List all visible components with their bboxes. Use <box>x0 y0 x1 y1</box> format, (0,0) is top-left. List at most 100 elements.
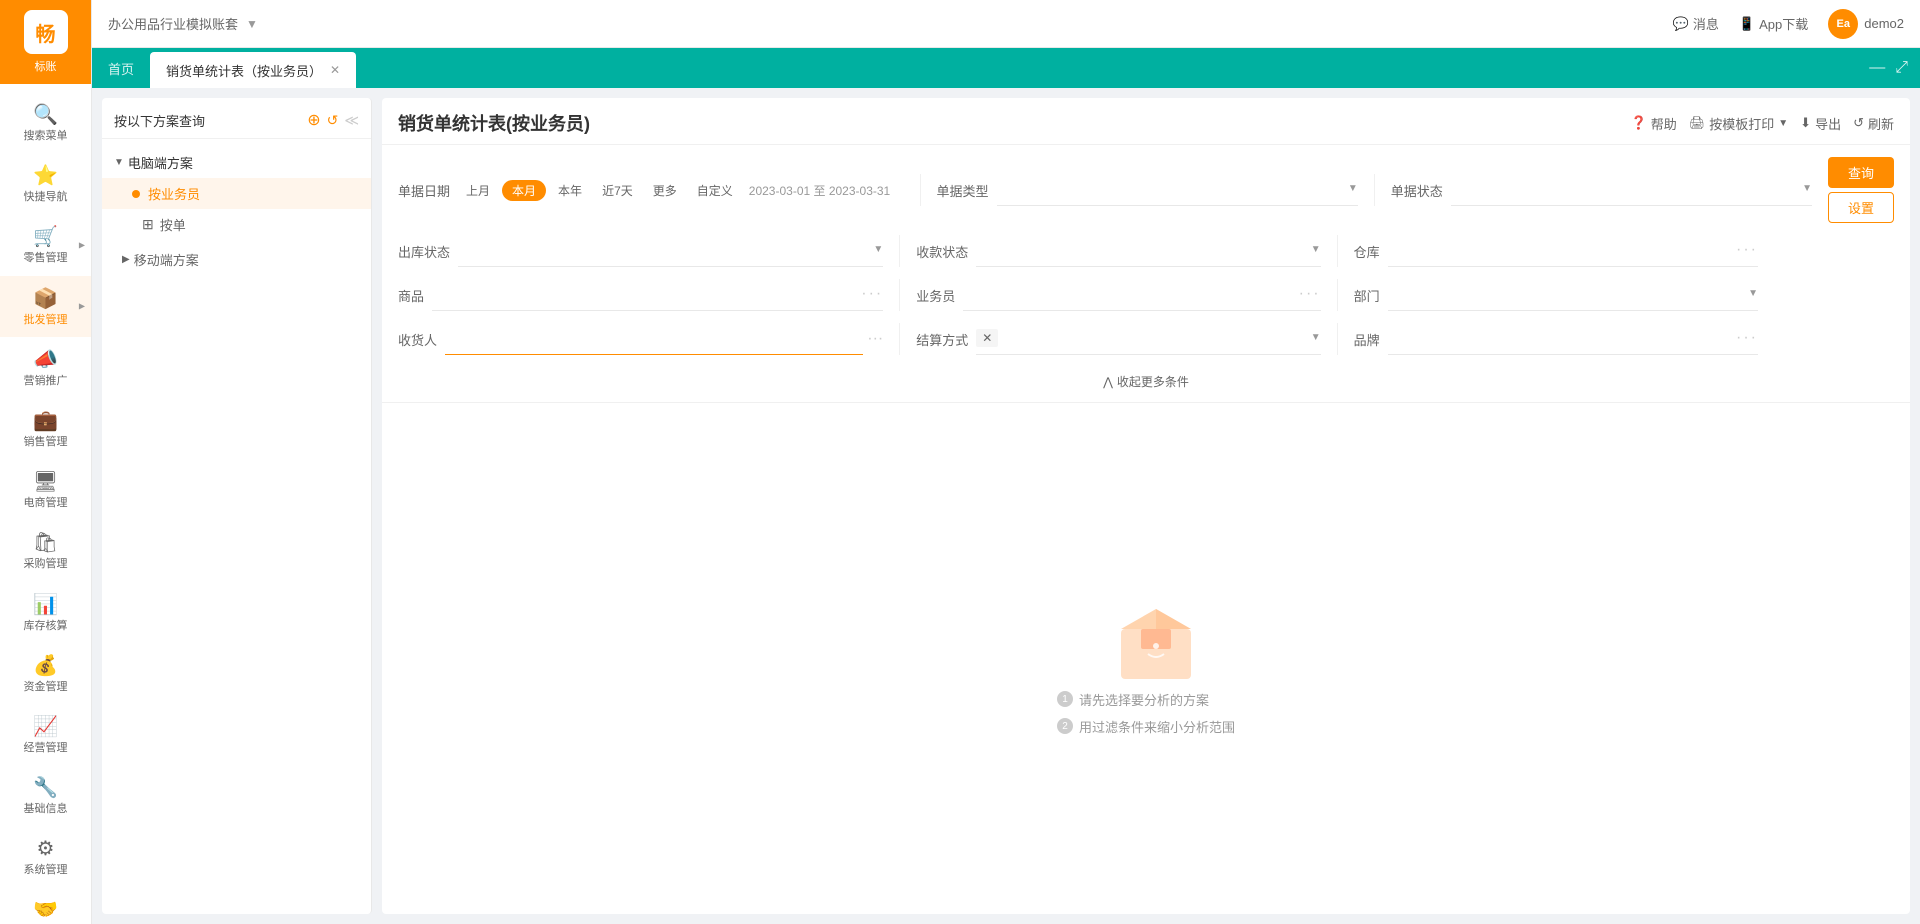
query-btn[interactable]: 查询 <box>1828 157 1894 188</box>
brand-label: 品牌 <box>1354 330 1380 349</box>
filter-outstatus-field: 出库状态 ▼ <box>398 235 883 267</box>
download-icon: 📱 <box>1739 16 1755 32</box>
goods-content[interactable]: ··· <box>432 279 883 311</box>
collapse-arrow-icon: ⋀ <box>1103 375 1113 389</box>
tip-num-2: 2 <box>1057 718 1073 734</box>
print-btn[interactable]: 🖨 按模板打印 ▼ <box>1689 114 1788 133</box>
sidebar-item-enterprise[interactable]: 🤝 企业协同 <box>0 887 91 924</box>
tab-salesman-stats[interactable]: 销货单统计表（按业务员） ✕ <box>150 52 356 88</box>
sidebar-item-inventory[interactable]: 📊 库存核算 <box>0 582 91 643</box>
settle-content[interactable]: ✕ ▼ <box>976 323 1320 355</box>
sidebar-icon-finance: 💰 <box>33 653 58 678</box>
tree-group-desktop: ▼ 电脑端方案 按业务员 ⊞ 按单 <box>102 147 371 240</box>
doctype-content[interactable]: ▼ <box>997 174 1358 206</box>
filter-row-3: 商品 ··· 业务员 ··· 部门 <box>398 279 1894 311</box>
tree-group-mobile-header[interactable]: ▶ 移动端方案 <box>102 244 371 275</box>
window-expand-icon[interactable]: ⤢ <box>1895 59 1908 77</box>
date-tab-more[interactable]: 更多 <box>645 180 685 201</box>
collapse-panel-icon[interactable]: ≪ <box>344 112 359 129</box>
sidebar-item-wholesale[interactable]: 📦 批发管理 <box>0 276 91 337</box>
date-tab-this-year[interactable]: 本年 <box>550 180 590 201</box>
receiver-input[interactable] <box>445 323 863 355</box>
tree-item-order-label: 按单 <box>160 215 186 234</box>
refresh-btn[interactable]: ↺ 刷新 <box>1853 114 1894 133</box>
warehouse-content[interactable]: ··· <box>1388 235 1758 267</box>
export-btn[interactable]: ⬇ 导出 <box>1800 114 1841 133</box>
tab-close-icon[interactable]: ✕ <box>330 63 340 77</box>
collapse-btn[interactable]: ⋀ 收起更多条件 <box>1103 373 1189 390</box>
topbar-dropdown-icon[interactable]: ▼ <box>246 17 258 31</box>
tab-salesman-label: 销货单统计表（按业务员） <box>166 61 322 80</box>
print-icon: 🖨 <box>1689 115 1706 131</box>
sidebar-icon-system: ⚙ <box>37 836 55 861</box>
logo-icon: 畅 <box>24 10 68 54</box>
empty-tip-2: 2 用过滤条件来缩小分析范围 <box>1057 717 1235 736</box>
export-label: 导出 <box>1815 114 1841 133</box>
filter-divider-1 <box>920 174 921 206</box>
empty-state: 1 请先选择要分析的方案 2 用过滤条件来缩小分析范围 <box>382 403 1910 914</box>
date-tab-last-month[interactable]: 上月 <box>458 180 498 201</box>
sidebar-icon-quick-nav: ⭐ <box>33 163 58 188</box>
receiver-dots[interactable]: ··· <box>867 330 883 348</box>
docstatus-label: 单据状态 <box>1391 181 1443 200</box>
tip-text-1: 请先选择要分析的方案 <box>1079 690 1209 709</box>
refresh-scheme-icon[interactable]: ↺ <box>327 112 339 129</box>
topbar-right: 💬 消息 📱 App下载 Ea demo2 <box>1673 9 1904 39</box>
salesman-content[interactable]: ··· <box>963 279 1320 311</box>
filter-divider-6 <box>1337 279 1338 311</box>
sidebar-label-finance: 资金管理 <box>24 681 68 694</box>
receiptstatus-content[interactable]: ▼ <box>976 235 1320 267</box>
sidebar-icon-wholesale: 📦 <box>33 286 58 311</box>
empty-tips: 1 请先选择要分析的方案 2 用过滤条件来缩小分析范围 <box>1057 690 1235 744</box>
warehouse-dots: ··· <box>1736 241 1758 259</box>
app-download-btn[interactable]: 📱 App下载 <box>1739 14 1808 33</box>
add-scheme-icon[interactable]: ⊕ <box>307 110 320 130</box>
sidebar-item-finance[interactable]: 💰 资金管理 <box>0 643 91 704</box>
doctype-label: 单据类型 <box>937 181 989 200</box>
sidebar-item-sales[interactable]: 💼 销售管理 <box>0 398 91 459</box>
sidebar-item-retail[interactable]: 🛒 零售管理 <box>0 214 91 275</box>
sidebar-icon-marketing: 📣 <box>33 347 58 372</box>
sidebar-item-quick-nav[interactable]: ⭐ 快捷导航 <box>0 153 91 214</box>
settle-tag-x[interactable]: ✕ <box>982 331 992 345</box>
sidebar-item-system[interactable]: ⚙ 系统管理 <box>0 826 91 887</box>
tree-item-by-salesman[interactable]: 按业务员 <box>102 178 371 209</box>
department-content[interactable]: ▼ <box>1388 279 1758 311</box>
left-panel-header: 按以下方案查询 ⊕ ↺ ≪ <box>102 98 371 139</box>
docstatus-content[interactable]: ▼ <box>1451 174 1812 206</box>
empty-tip-1: 1 请先选择要分析的方案 <box>1057 690 1235 709</box>
sidebar-item-marketing[interactable]: 📣 营销推广 <box>0 337 91 398</box>
sidebar-item-purchase[interactable]: 🛍 采购管理 <box>0 520 91 581</box>
setting-btn[interactable]: 设置 <box>1828 192 1894 223</box>
tab-home[interactable]: 首页 <box>92 48 150 88</box>
sidebar-item-search[interactable]: 🔍 搜索菜单 <box>0 92 91 153</box>
date-tab-this-month[interactable]: 本月 <box>502 180 546 201</box>
sidebar-item-operation[interactable]: 📈 经营管理 <box>0 704 91 765</box>
message-btn[interactable]: 💬 消息 <box>1673 14 1719 33</box>
date-tab-7days[interactable]: 近7天 <box>594 180 641 201</box>
help-btn[interactable]: ❓ 帮助 <box>1631 114 1677 133</box>
refresh-icon: ↺ <box>1853 115 1864 131</box>
doctype-arrow: ▼ <box>1348 183 1358 194</box>
date-tab-custom[interactable]: 自定义 <box>689 180 741 201</box>
tree-group-desktop-header[interactable]: ▼ 电脑端方案 <box>102 147 371 178</box>
sidebar-icon-sales: 💼 <box>33 408 58 433</box>
brand-content[interactable]: ··· <box>1388 323 1758 355</box>
tree-group-mobile: ▶ 移动端方案 <box>102 244 371 275</box>
message-label: 消息 <box>1693 14 1719 33</box>
sidebar-label-operation: 经营管理 <box>24 742 68 755</box>
user-area[interactable]: Ea demo2 <box>1828 9 1904 39</box>
logo-area[interactable]: 畅 标账 <box>0 0 91 84</box>
topbar-title: 办公用品行业模拟账套 <box>108 14 238 33</box>
filter-doctype-field: 单据类型 ▼ <box>937 174 1358 206</box>
receiver-label: 收货人 <box>398 330 437 349</box>
date-filter: 上月 本月 本年 近7天 更多 自定义 2023-03-01 至 2023-03… <box>458 180 903 201</box>
right-panel: 销货单统计表(按业务员) ❓ 帮助 🖨 按模板打印 ▼ ⬇ 导出 <box>382 98 1910 914</box>
outstatus-content[interactable]: ▼ <box>458 235 883 267</box>
window-minimize-icon[interactable]: — <box>1869 59 1885 77</box>
sidebar-icon-retail: 🛒 <box>33 224 58 249</box>
tip-num-1: 1 <box>1057 691 1073 707</box>
sidebar-item-ecommerce[interactable]: 🖥 电商管理 <box>0 459 91 520</box>
sidebar-item-basic[interactable]: 🔧 基础信息 <box>0 765 91 826</box>
tree-item-by-order[interactable]: ⊞ 按单 <box>102 209 371 240</box>
